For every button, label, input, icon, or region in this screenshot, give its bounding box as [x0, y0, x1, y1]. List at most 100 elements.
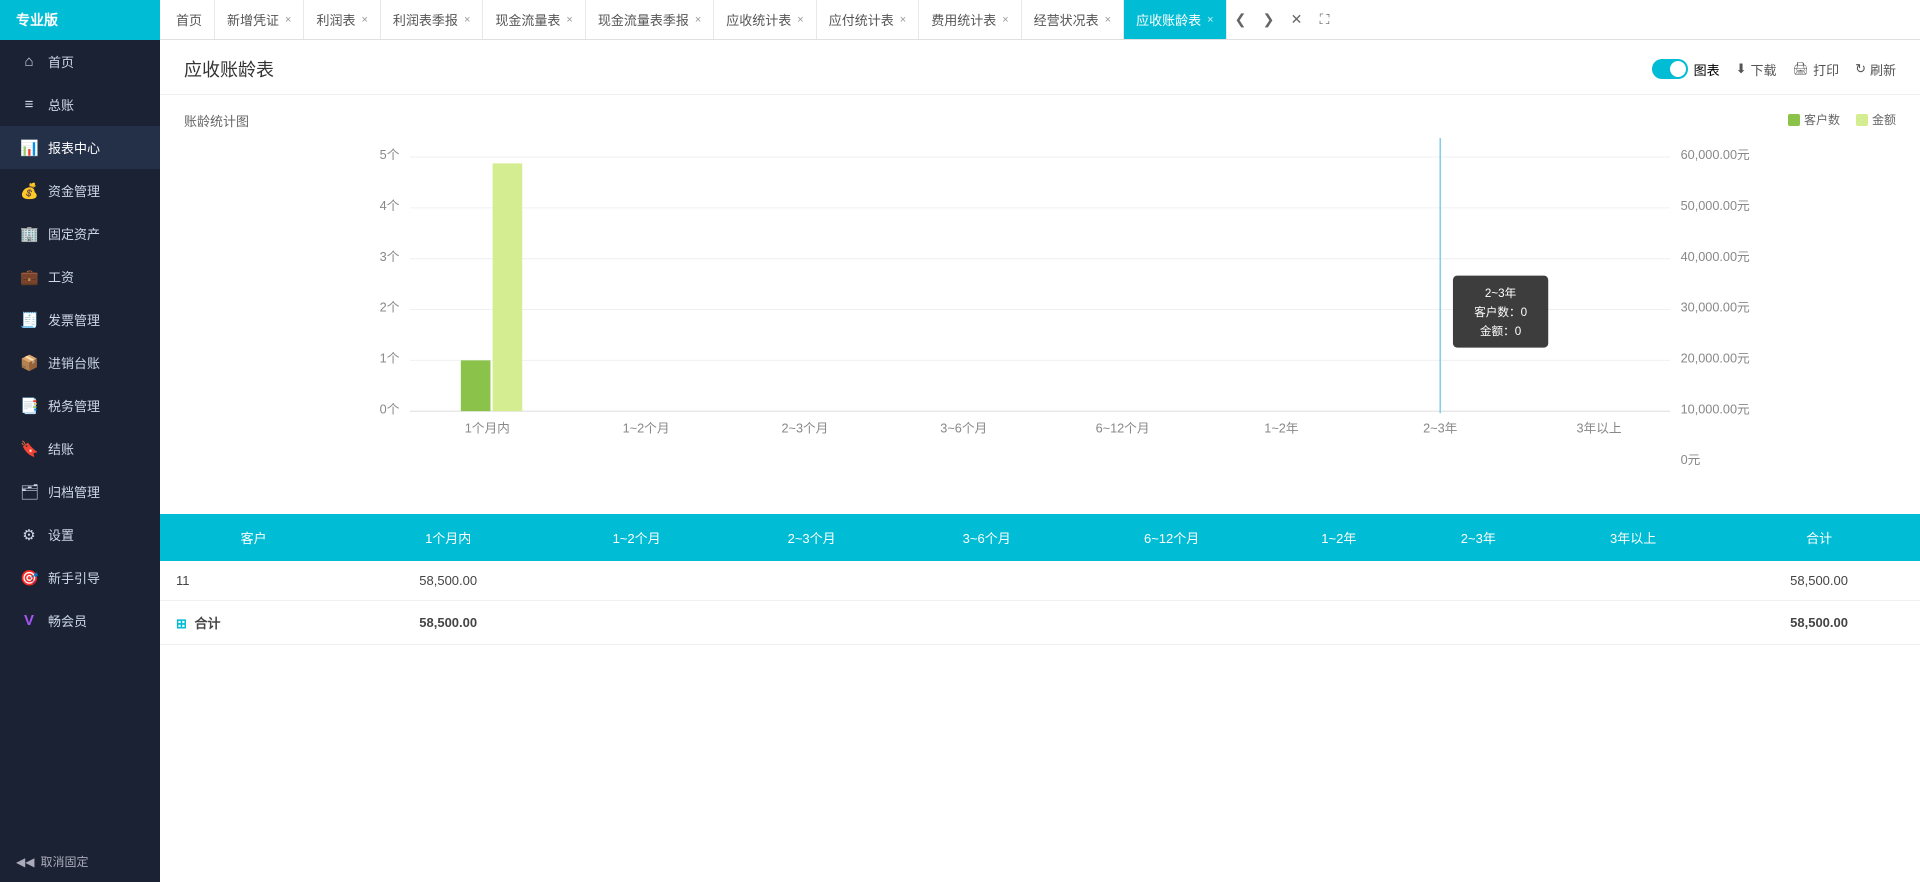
- yr-label-6: 60,000.00元: [1681, 148, 1750, 162]
- refresh-label: 刷新: [1870, 60, 1896, 79]
- tab-cashflow-label: 现金流量表: [495, 10, 560, 29]
- main-content: 首页 新增凭证 × 利润表 × 利润表季报 × 现金流量表 × 现金流量表季报 …: [160, 0, 1920, 882]
- tab-receivable-stat-close[interactable]: ×: [797, 14, 803, 26]
- sidebar-item-reports[interactable]: 📊 报表中心: [0, 126, 160, 169]
- tab-payable-stat-close[interactable]: ×: [900, 14, 906, 26]
- td-year23: [1409, 561, 1549, 601]
- tab-cashflow-quarter-close[interactable]: ×: [695, 14, 701, 26]
- invoice-icon: 🧾: [20, 311, 38, 329]
- tab-profit-quarter-label: 利润表季报: [393, 10, 458, 29]
- download-icon: ⬇: [1736, 61, 1747, 77]
- td-total-year12: [1269, 601, 1409, 645]
- print-button[interactable]: 🖨 打印: [1793, 60, 1840, 79]
- sidebar-item-vip[interactable]: V 畅会员: [0, 599, 160, 642]
- tab-receivable-stat[interactable]: 应收统计表 ×: [714, 0, 816, 40]
- tab-expense-stat[interactable]: 费用统计表 ×: [919, 0, 1021, 40]
- th-month1: 1个月内: [347, 514, 549, 561]
- toggle-track[interactable]: [1652, 59, 1688, 79]
- yr-label-1: 10,000.00元: [1681, 402, 1750, 416]
- sidebar-item-settle[interactable]: 🔖 结账: [0, 427, 160, 470]
- tab-prev-btn[interactable]: ❮: [1227, 0, 1255, 40]
- tab-receivable-age[interactable]: 应收账龄表 ×: [1124, 0, 1226, 40]
- tab-bar: 首页 新增凭证 × 利润表 × 利润表季报 × 现金流量表 × 现金流量表季报 …: [160, 0, 1920, 40]
- tab-cashflow-close[interactable]: ×: [566, 14, 572, 26]
- legend-amount-label: 金额: [1872, 111, 1896, 128]
- tab-profit-quarter[interactable]: 利润表季报 ×: [381, 0, 483, 40]
- sidebar-label-guide: 新手引导: [48, 568, 100, 587]
- total-label-text: 合计: [195, 616, 221, 631]
- tab-business-stat-close[interactable]: ×: [1105, 14, 1111, 26]
- sidebar-footer-pin[interactable]: ◀◀ 取消固定: [0, 841, 160, 882]
- yr-label-3: 30,000.00元: [1681, 301, 1750, 315]
- x-label-month36: 3~6个月: [940, 421, 987, 435]
- legend-customers-dot: [1788, 114, 1800, 126]
- sidebar-item-salary[interactable]: 💼 工资: [0, 255, 160, 298]
- sidebar-item-assets[interactable]: 🏢 固定资产: [0, 212, 160, 255]
- tab-home-label: 首页: [176, 10, 202, 29]
- td-month12: [549, 561, 724, 601]
- tax-icon: 📑: [20, 397, 38, 415]
- tab-payable-stat[interactable]: 应付统计表 ×: [817, 0, 919, 40]
- td-month612: [1074, 561, 1269, 601]
- refresh-button[interactable]: ↻ 刷新: [1855, 60, 1896, 79]
- td-total-year3plus: [1548, 601, 1718, 645]
- download-button[interactable]: ⬇ 下载: [1736, 60, 1777, 79]
- sidebar-label-tax: 税务管理: [48, 396, 100, 415]
- tab-close-all-btn[interactable]: ✕: [1283, 0, 1311, 40]
- sidebar-label-settle: 结账: [48, 439, 74, 458]
- page-header: 应收账龄表 图表 ⬇ 下载 🖨 打印 ↻ 刷新: [160, 40, 1920, 95]
- page-title: 应收账龄表: [184, 56, 274, 82]
- tab-receivable-age-close[interactable]: ×: [1207, 14, 1213, 26]
- ledger-icon: ≡: [20, 96, 38, 113]
- sidebar-item-tax[interactable]: 📑 税务管理: [0, 384, 160, 427]
- sidebar-item-invoice[interactable]: 🧾 发票管理: [0, 298, 160, 341]
- tab-voucher[interactable]: 新增凭证 ×: [215, 0, 304, 40]
- tab-next-btn[interactable]: ❯: [1255, 0, 1283, 40]
- tab-cashflow[interactable]: 现金流量表 ×: [483, 0, 585, 40]
- chart-area: 账龄统计图 客户数 金额 5个 4个 3个 2个 1个: [160, 95, 1920, 514]
- table-wrapper: 客户 1个月内 1~2个月 2~3个月 3~6个月 6~12个月 1~2年 2~…: [160, 514, 1920, 665]
- sidebar-label-ledger: 总账: [48, 95, 74, 114]
- yr-label-5: 50,000.00元: [1681, 199, 1750, 213]
- td-total-month612: [1074, 601, 1269, 645]
- sidebar-label-purchase: 进销台账: [48, 353, 100, 372]
- sidebar-item-ledger[interactable]: ≡ 总账: [0, 83, 160, 126]
- sidebar-item-archive[interactable]: 🗂 归档管理: [0, 470, 160, 513]
- th-month23: 2~3个月: [724, 514, 899, 561]
- data-table: 客户 1个月内 1~2个月 2~3个月 3~6个月 6~12个月 1~2年 2~…: [160, 514, 1920, 645]
- guide-icon: 🎯: [20, 569, 38, 587]
- yr-label-0: 0元: [1681, 453, 1701, 467]
- sidebar-item-home[interactable]: ⌂ 首页: [0, 40, 160, 83]
- print-icon: 🖨: [1793, 61, 1810, 77]
- tab-profit-quarter-close[interactable]: ×: [464, 14, 470, 26]
- chart-title: 账龄统计图: [184, 111, 1896, 130]
- tab-expand-btn[interactable]: ⛶: [1311, 0, 1339, 40]
- td-total-month23: [724, 601, 899, 645]
- sidebar-item-purchase[interactable]: 📦 进销台账: [0, 341, 160, 384]
- td-month23: [724, 561, 899, 601]
- tab-expense-stat-label: 费用统计表: [931, 10, 996, 29]
- table-row: 11 58,500.00 58,500.00: [160, 561, 1920, 601]
- sidebar-item-guide[interactable]: 🎯 新手引导: [0, 556, 160, 599]
- sidebar-item-settings[interactable]: ⚙ 设置: [0, 513, 160, 556]
- bar-month1-amount: [493, 163, 523, 411]
- tab-profit[interactable]: 利润表 ×: [304, 0, 380, 40]
- tab-profit-close[interactable]: ×: [361, 14, 367, 26]
- tab-cashflow-quarter[interactable]: 现金流量表季报 ×: [586, 0, 714, 40]
- tab-voucher-close[interactable]: ×: [285, 14, 291, 26]
- y-label-0: 0个: [380, 402, 400, 416]
- tab-expense-stat-close[interactable]: ×: [1002, 14, 1008, 26]
- tab-business-stat[interactable]: 经营状况表 ×: [1022, 0, 1124, 40]
- sidebar-label-home: 首页: [48, 52, 74, 71]
- sidebar-label-archive: 归档管理: [48, 482, 100, 501]
- sidebar-item-funds[interactable]: 💰 资金管理: [0, 169, 160, 212]
- sidebar-label-settings: 设置: [48, 525, 74, 544]
- x-label-year3plus: 3年以上: [1576, 421, 1621, 435]
- td-total-total: 58,500.00: [1718, 601, 1920, 645]
- td-customer: 11: [160, 561, 347, 601]
- th-customer: 客户: [160, 514, 347, 561]
- tab-home[interactable]: 首页: [164, 0, 215, 40]
- toggle-label: 图表: [1694, 60, 1720, 79]
- chart-toggle[interactable]: 图表: [1652, 59, 1720, 79]
- assets-icon: 🏢: [20, 225, 38, 243]
